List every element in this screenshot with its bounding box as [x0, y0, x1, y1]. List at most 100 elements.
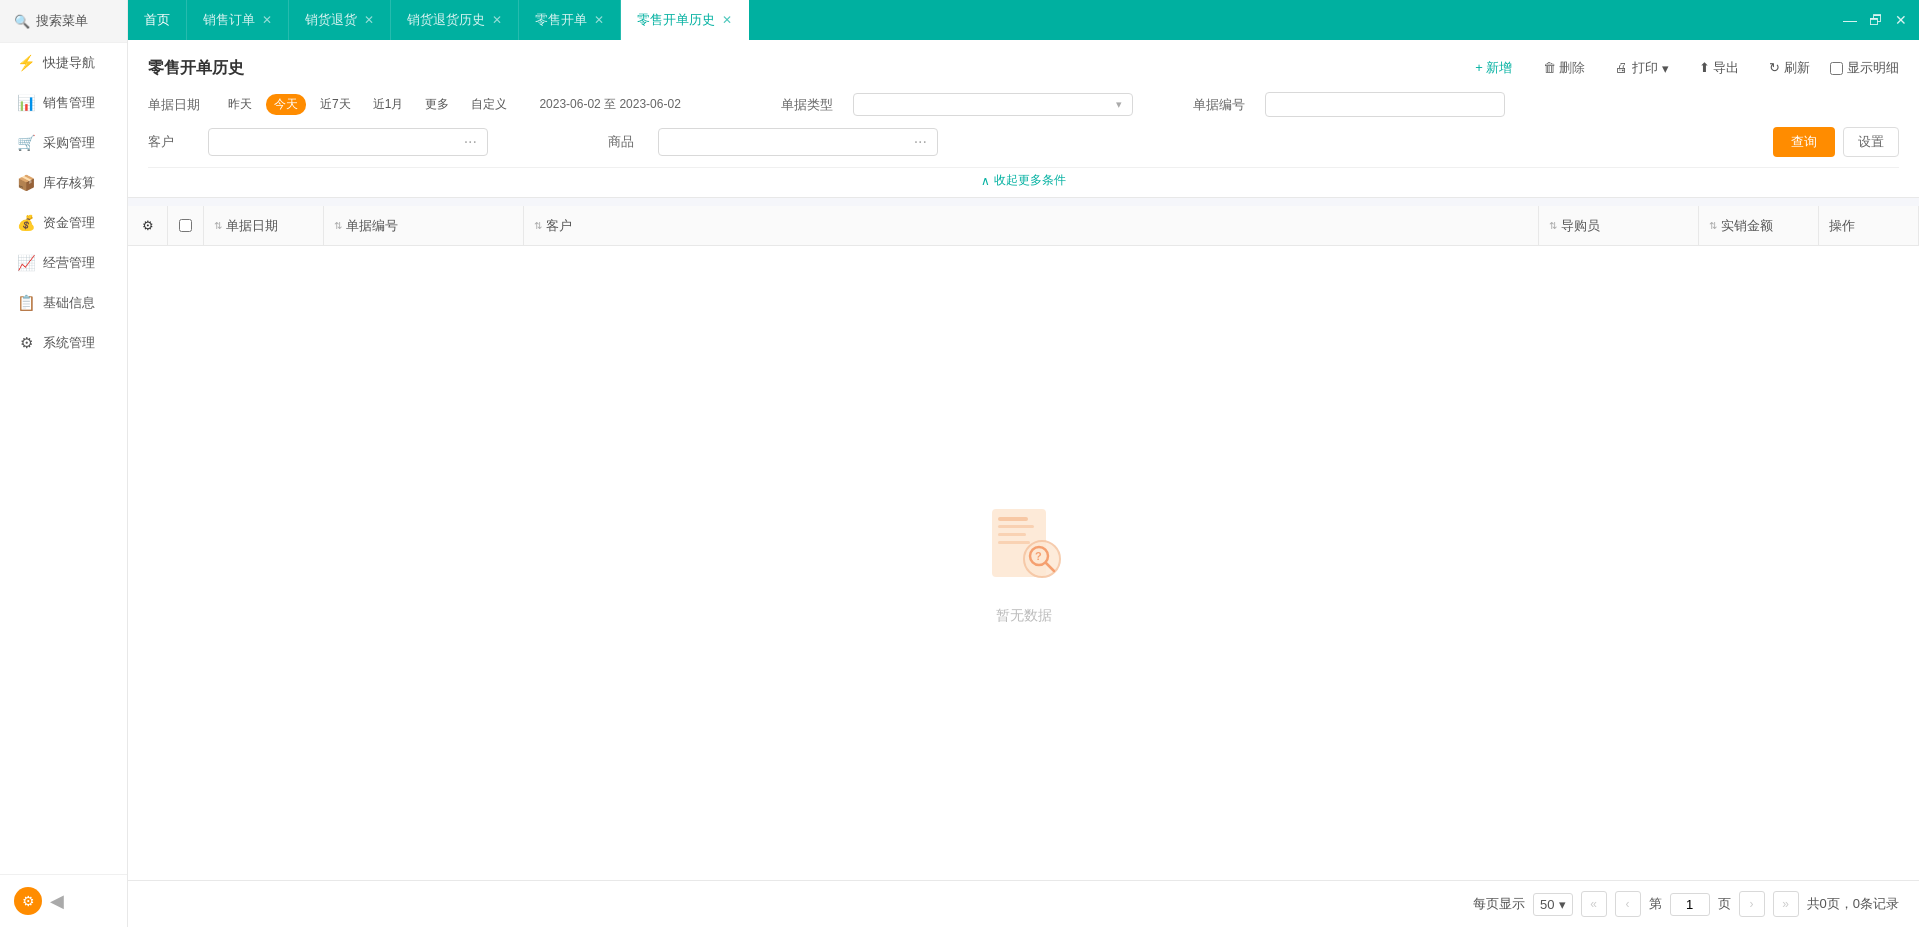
table-area: ⚙ ⇅ 单据日期 ⇅ 单据编号 ⇅ 客户 ⇅ — [128, 206, 1919, 927]
per-page-arrow-icon: ▾ — [1559, 897, 1566, 912]
add-button[interactable]: + 新增 — [1465, 54, 1522, 82]
first-page-button[interactable]: « — [1581, 891, 1607, 917]
tab-close-sales-order[interactable]: ✕ — [262, 13, 272, 27]
export-button[interactable]: ⬆ 导出 — [1689, 54, 1750, 82]
filter-row-1: 单据日期 昨天今天近7天近1月更多自定义 2023-06-02 至 2023-0… — [148, 92, 1899, 117]
sidebar-collapse-button[interactable]: ◀ — [50, 890, 64, 912]
sort-icon[interactable]: ⇅ — [214, 220, 222, 231]
close-window-button[interactable]: ✕ — [1895, 12, 1907, 28]
tab-close-sales-return[interactable]: ✕ — [364, 13, 374, 27]
main-area: 首页销售订单✕销货退货✕销货退货历史✕零售开单✕零售开单历史✕ — 🗗 ✕ 零售… — [128, 0, 1919, 927]
page-title-row: 零售开单历史 + 新增 🗑 删除 🖨 打印 ▾ ⬆ 导出 ↻ 刷新 显示明细 — [148, 54, 1899, 92]
print-button[interactable]: 🖨 打印 ▾ — [1605, 54, 1679, 82]
column-settings-button[interactable]: ⚙ — [128, 206, 168, 246]
page-suffix: 页 — [1718, 895, 1731, 913]
next-page-button[interactable]: › — [1739, 891, 1765, 917]
tab-sales-return-history[interactable]: 销货退货历史✕ — [391, 0, 519, 40]
svg-text:?: ? — [1035, 550, 1042, 562]
filter-area: 单据日期 昨天今天近7天近1月更多自定义 2023-06-02 至 2023-0… — [148, 92, 1899, 197]
sidebar-item-basic-info[interactable]: 📋基础信息 — [0, 283, 127, 323]
date-option-custom[interactable]: 自定义 — [463, 94, 515, 115]
select-all-input[interactable] — [179, 219, 192, 232]
minimize-button[interactable]: — — [1843, 12, 1857, 28]
col-customer-label: 客户 — [546, 217, 572, 235]
col-salesperson-label: 导购员 — [1561, 217, 1600, 235]
restore-button[interactable]: 🗗 — [1869, 12, 1883, 28]
tab-bar: 首页销售订单✕销货退货✕销货退货历史✕零售开单✕零售开单历史✕ — 🗗 ✕ — [128, 0, 1919, 40]
svg-rect-1 — [998, 517, 1028, 521]
sidebar-item-purchase-mgmt[interactable]: 🛒采购管理 — [0, 123, 127, 163]
sort-amount-icon[interactable]: ⇅ — [1709, 220, 1717, 231]
select-all-checkbox[interactable] — [168, 206, 204, 246]
delete-button[interactable]: 🗑 删除 — [1533, 54, 1596, 82]
sidebar-item-sales-mgmt[interactable]: 📊销售管理 — [0, 83, 127, 123]
col-date-label: 单据日期 — [226, 217, 278, 235]
col-number-label: 单据编号 — [346, 217, 398, 235]
page-title: 零售开单历史 — [148, 58, 244, 79]
page-number-input[interactable] — [1670, 893, 1710, 916]
tab-retail-open[interactable]: 零售开单 ✕ — [519, 0, 621, 40]
nav-icon-operations: 📈 — [17, 254, 35, 272]
tab-bar-controls: — 🗗 ✕ — [1843, 12, 1919, 28]
chevron-up-icon: ∧ — [981, 174, 990, 188]
date-option-last7[interactable]: 近7天 — [312, 94, 359, 115]
tab-close-retail-open[interactable]: ✕ — [594, 13, 604, 27]
sidebar-item-operations[interactable]: 📈 经营管理 — [0, 243, 127, 283]
nav-icon-basic-info: 📋 — [17, 294, 35, 312]
col-amount: ⇅ 实销金额 — [1699, 206, 1819, 246]
column-settings-icon: ⚙ — [142, 218, 154, 233]
search-menu-button[interactable]: 🔍 搜索菜单 — [0, 0, 127, 43]
sidebar-item-finance[interactable]: 💰资金管理 — [0, 203, 127, 243]
refresh-button[interactable]: ↻ 刷新 — [1759, 54, 1820, 82]
tab-sales-return[interactable]: 销货退货 ✕ — [289, 0, 391, 40]
filter-settings-button[interactable]: 设置 — [1843, 127, 1899, 157]
empty-illustration: ? — [974, 501, 1074, 591]
svg-rect-4 — [998, 541, 1030, 544]
svg-rect-2 — [998, 525, 1034, 528]
sidebar-item-inventory[interactable]: 📦库存核算 — [0, 163, 127, 203]
last-page-button[interactable]: » — [1773, 891, 1799, 917]
date-option-yesterday[interactable]: 昨天 — [220, 94, 260, 115]
query-button[interactable]: 查询 — [1773, 127, 1835, 157]
chevron-down-icon: ▾ — [1116, 98, 1122, 111]
col-date: ⇅ 单据日期 — [204, 206, 324, 246]
date-option-today[interactable]: 今天 — [266, 94, 306, 115]
tab-label-sales-return: 销货退货 — [305, 11, 357, 29]
tab-retail-open-history[interactable]: 零售开单历史✕ — [621, 0, 749, 40]
goods-input[interactable]: ··· — [658, 128, 938, 156]
tab-label-retail-open: 零售开单 — [535, 11, 587, 29]
sort-number-icon[interactable]: ⇅ — [334, 220, 342, 231]
per-page-select[interactable]: 50 ▾ — [1533, 893, 1572, 916]
filter-row-2: 客户 ··· 商品 ··· 查询 设置 — [148, 127, 1899, 157]
order-type-select[interactable]: ▾ — [853, 93, 1133, 116]
collapse-icon: ◀ — [50, 891, 64, 911]
sort-salesperson-icon[interactable]: ⇅ — [1549, 220, 1557, 231]
pagination: 每页显示 50 ▾ « ‹ 第 页 › » 共0页，0条记录 — [128, 880, 1919, 927]
date-range-text: 2023-06-02 至 2023-06-02 — [539, 96, 680, 113]
prev-page-button[interactable]: ‹ — [1615, 891, 1641, 917]
collapse-filters-button[interactable]: ∧ 收起更多条件 — [148, 167, 1899, 197]
toolbar: + 新增 🗑 删除 🖨 打印 ▾ ⬆ 导出 ↻ 刷新 显示明细 — [1465, 54, 1899, 82]
page-label: 第 — [1649, 895, 1662, 913]
nav-label-finance: 资金管理 — [43, 214, 95, 232]
date-option-last_month[interactable]: 近1月 — [365, 94, 412, 115]
tab-close-sales-return-history[interactable]: ✕ — [492, 13, 502, 27]
show-detail-checkbox[interactable]: 显示明细 — [1830, 59, 1899, 77]
order-number-input[interactable] — [1265, 92, 1505, 117]
sidebar-item-quick-nav[interactable]: ⚡快捷导航 — [0, 43, 127, 83]
search-menu-label: 搜索菜单 — [36, 12, 88, 30]
nav-label-operations: 经营管理 — [43, 254, 95, 272]
customer-input[interactable]: ··· — [208, 128, 488, 156]
print-label: 🖨 打印 — [1615, 59, 1658, 77]
date-option-more[interactable]: 更多 — [417, 94, 457, 115]
sort-customer-icon[interactable]: ⇅ — [534, 220, 542, 231]
tab-label-home: 首页 — [144, 11, 170, 29]
nav-icon-quick-nav: ⚡ — [17, 54, 35, 72]
nav-label-system-mgmt: 系统管理 — [43, 334, 95, 352]
show-detail-input[interactable] — [1830, 62, 1843, 75]
sidebar-item-system-mgmt[interactable]: ⚙系统管理 — [0, 323, 127, 363]
tab-sales-order[interactable]: 销售订单✕ — [187, 0, 289, 40]
settings-icon-button[interactable]: ⚙ — [14, 887, 42, 915]
tab-home[interactable]: 首页 — [128, 0, 187, 40]
tab-close-retail-open-history[interactable]: ✕ — [722, 13, 732, 27]
